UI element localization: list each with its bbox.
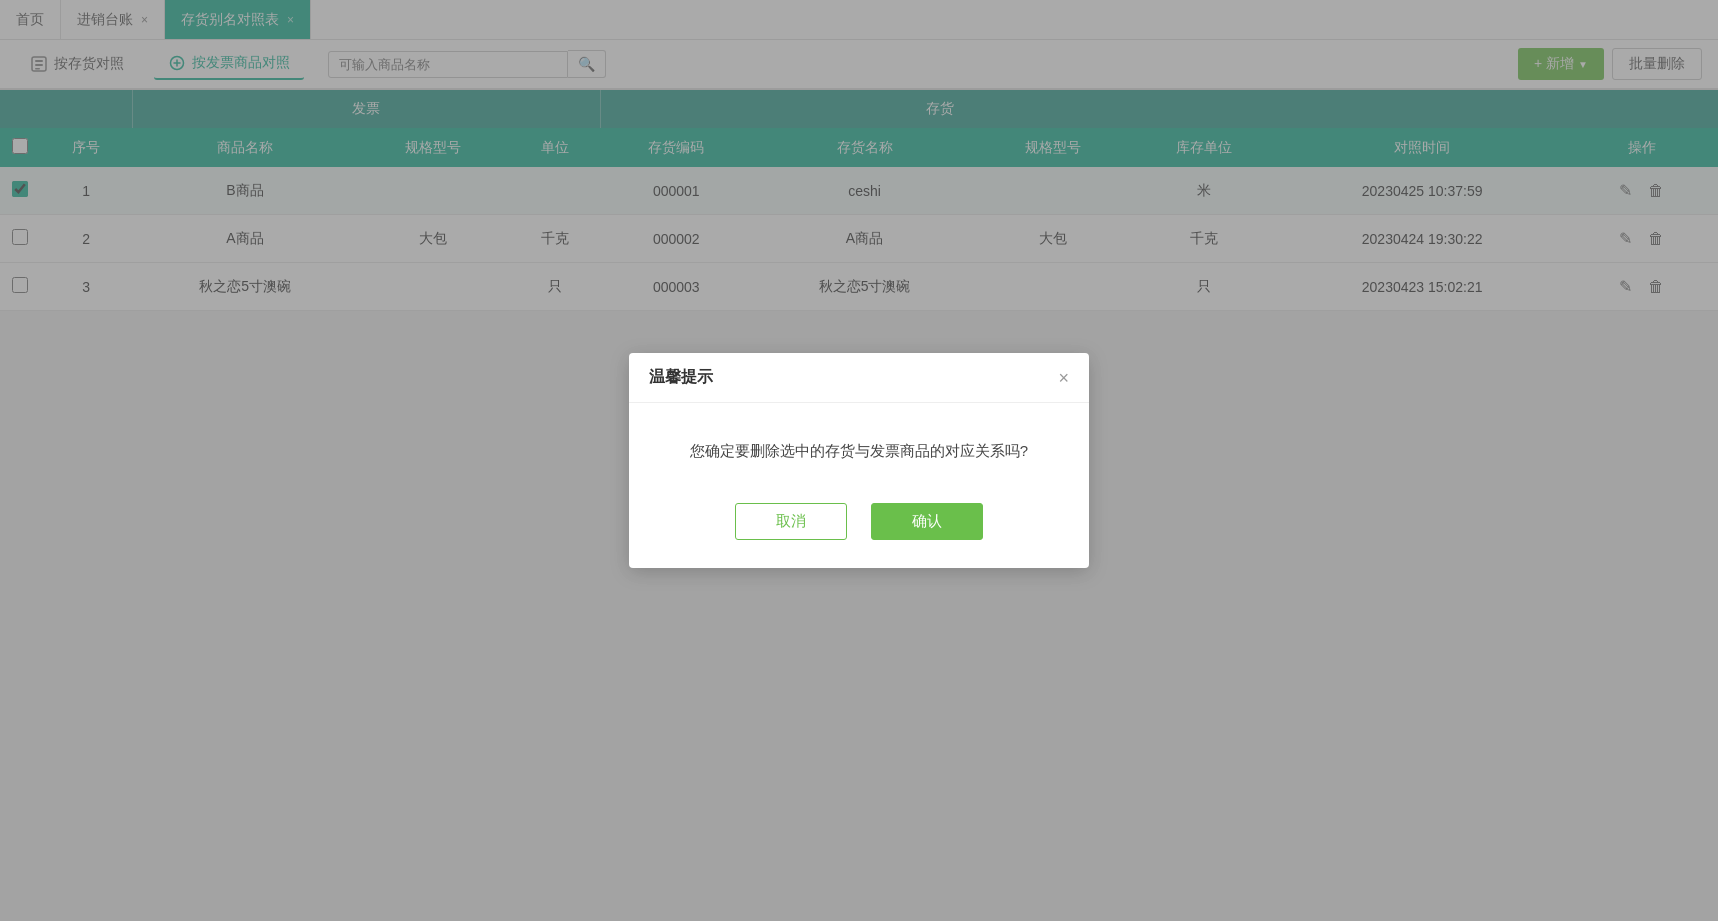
overlay: 温馨提示 × 您确定要删除选中的存货与发票商品的对应关系吗? 取消 确认 [0, 0, 1718, 311]
